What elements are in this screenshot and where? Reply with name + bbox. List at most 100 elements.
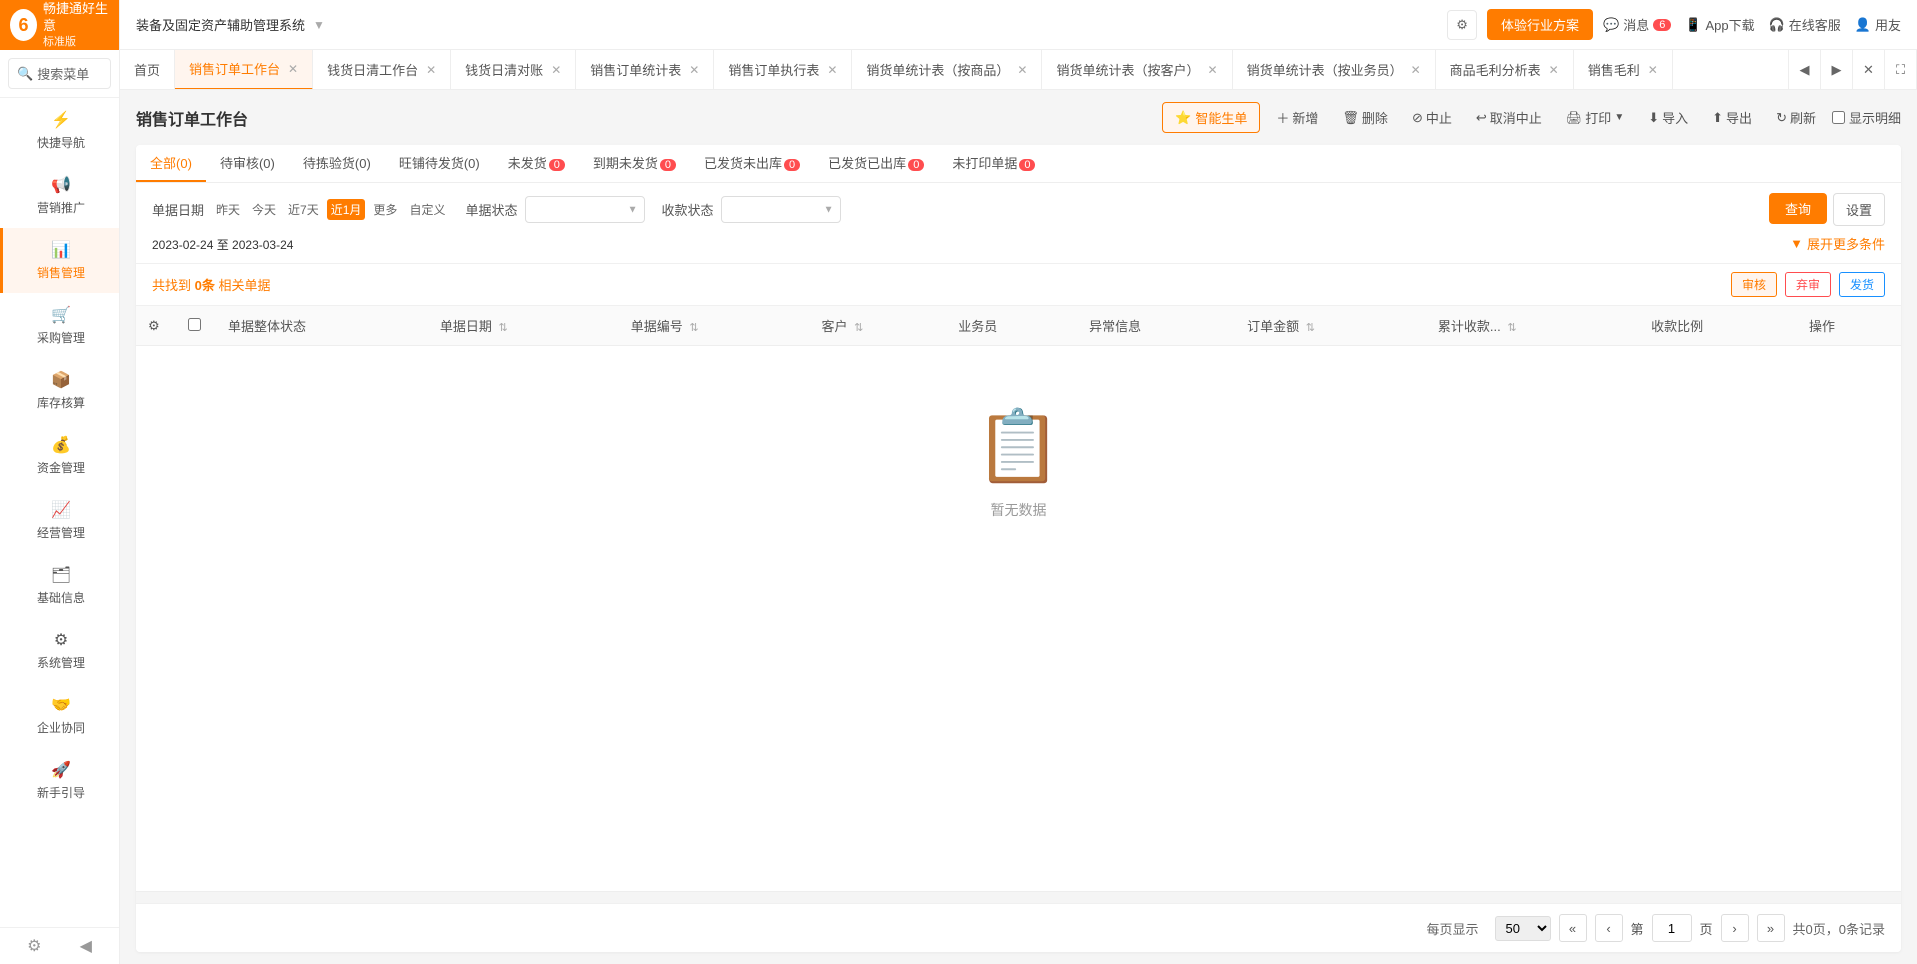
show-detail-checkbox[interactable]: 显示明细 (1832, 108, 1901, 127)
tab-scroll-left[interactable]: ◀ (1789, 50, 1821, 90)
tab-close-sales-exec[interactable]: ✕ (827, 63, 837, 77)
tab-close-sales-by-product[interactable]: ✕ (1017, 63, 1027, 77)
sidebar-settings-button[interactable]: ⚙ (27, 936, 41, 956)
tab-close-sales-by-staff[interactable]: ✕ (1411, 63, 1421, 77)
filter-tab-wangpu[interactable]: 旺铺待发货(0) (385, 145, 494, 182)
select-all-checkbox[interactable] (188, 318, 201, 331)
sidebar-collapse-button[interactable]: ◀ (80, 936, 92, 956)
search-menu-button[interactable]: 🔍 搜索菜单 (8, 58, 111, 89)
tab-close-all[interactable]: ✕ (1853, 50, 1885, 90)
review-button[interactable]: 审核 (1731, 272, 1777, 297)
tab-cash-daily[interactable]: 钱货日清工作台 ✕ (313, 50, 451, 90)
tab-scroll-right[interactable]: ▶ (1821, 50, 1853, 90)
sidebar-item-sys-mgmt[interactable]: ⚙ 系统管理 (0, 618, 119, 683)
th-exception[interactable]: 异常信息 (1077, 306, 1235, 346)
tab-close-sales-by-customer[interactable]: ✕ (1208, 63, 1218, 77)
sidebar-item-quick-nav[interactable]: ⚡ 快捷导航 (0, 98, 119, 163)
tab-close-sales-stat[interactable]: ✕ (689, 63, 699, 77)
add-button[interactable]: ＋ 新增 (1268, 103, 1326, 132)
sidebar-item-sales[interactable]: 📊 销售管理 (0, 228, 119, 293)
online-service-button[interactable]: 🎧 在线客服 (1769, 15, 1841, 34)
query-button[interactable]: 查询 (1769, 193, 1827, 224)
message-button[interactable]: 💬 消息 6 (1603, 15, 1671, 34)
tab-sales-exec[interactable]: 销售订单执行表 ✕ (714, 50, 852, 90)
import-button[interactable]: ⬇ 导入 (1640, 103, 1696, 132)
th-date[interactable]: 单据日期 ⇅ (428, 306, 619, 346)
next-page-button[interactable]: › (1721, 914, 1749, 942)
page-size-select[interactable]: 50 100 200 (1495, 916, 1551, 941)
tab-close-cash-daily[interactable]: ✕ (426, 63, 436, 77)
th-collected[interactable]: 累计收款... ⇅ (1426, 306, 1639, 346)
first-page-button[interactable]: « (1559, 914, 1587, 942)
tab-sales-stat[interactable]: 销售订单统计表 ✕ (576, 50, 714, 90)
date-7days[interactable]: 近7天 (284, 199, 323, 220)
tab-product-margin[interactable]: 商品毛利分析表 ✕ (1436, 50, 1574, 90)
print-button[interactable]: 🖨 打印 ▼ (1558, 103, 1632, 132)
tab-home[interactable]: 首页 (120, 50, 175, 90)
industry-btn[interactable]: 体验行业方案 (1487, 9, 1593, 40)
stop-button[interactable]: ⊘ 中止 (1404, 103, 1460, 132)
page-number-input[interactable] (1652, 914, 1692, 942)
prev-page-button[interactable]: ‹ (1595, 914, 1623, 942)
set-button[interactable]: 设置 (1833, 193, 1885, 226)
payment-select[interactable] (721, 196, 841, 223)
table-scroll[interactable]: ⚙ 单据整体状态 单据日期 ⇅ 单据编号 ⇅ (136, 306, 1901, 891)
th-ratio[interactable]: 收款比例 (1639, 306, 1797, 346)
status-select[interactable] (525, 196, 645, 223)
sidebar-item-operation[interactable]: 📈 经营管理 (0, 488, 119, 553)
filter-tab-shipped-out[interactable]: 已发货已出库0 (814, 145, 938, 182)
sidebar-item-enterprise[interactable]: 🤝 企业协同 (0, 683, 119, 748)
app-download-button[interactable]: 📱 App下载 (1685, 15, 1754, 34)
filter-tab-shipped-not-out[interactable]: 已发货未出库0 (690, 145, 814, 182)
th-checkbox[interactable] (176, 306, 216, 346)
sidebar-search[interactable]: 🔍 搜索菜单 (0, 50, 119, 98)
cancel-stop-button[interactable]: ↩ 取消中止 (1468, 103, 1550, 132)
th-staff[interactable]: 业务员 (946, 306, 1077, 346)
filter-tab-all[interactable]: 全部(0) (136, 145, 206, 182)
tab-close-cash-reconcile[interactable]: ✕ (551, 63, 561, 77)
date-more[interactable]: 更多 (369, 199, 401, 220)
refresh-button[interactable]: ↻ 刷新 (1768, 103, 1824, 132)
tab-sales-by-staff[interactable]: 销货单统计表（按业务员） ✕ (1233, 50, 1436, 90)
th-customer[interactable]: 客户 ⇅ (809, 306, 946, 346)
expand-conditions-button[interactable]: ▼ 展开更多条件 (1790, 234, 1885, 253)
tab-sales-more[interactable]: 销售毛利 ✕ (1574, 50, 1673, 90)
tab-sales-order-workbench[interactable]: 销售订单工作台 ✕ (175, 50, 313, 90)
horizontal-scrollbar[interactable] (136, 891, 1901, 903)
tab-sales-by-product[interactable]: 销货单统计表（按商品） ✕ (852, 50, 1042, 90)
th-amount[interactable]: 订单金额 ⇅ (1235, 306, 1426, 346)
date-custom[interactable]: 自定义 (405, 199, 449, 220)
tab-cash-reconcile[interactable]: 钱货日清对账 ✕ (451, 50, 576, 90)
smart-create-button[interactable]: ⭐ 智能生单 (1162, 102, 1260, 133)
revoke-button[interactable]: 弃审 (1785, 272, 1831, 297)
filter-tab-expired-not-shipped[interactable]: 到期未发货0 (579, 145, 690, 182)
th-status[interactable]: 单据整体状态 (216, 306, 428, 346)
filter-tab-pending-review[interactable]: 待审核(0) (206, 145, 289, 182)
last-page-button[interactable]: » (1757, 914, 1785, 942)
sidebar-item-inventory[interactable]: 📦 库存核算 (0, 358, 119, 423)
sidebar-item-purchase[interactable]: 🛒 采购管理 (0, 293, 119, 358)
ship-button[interactable]: 发货 (1839, 272, 1885, 297)
filter-tab-not-shipped[interactable]: 未发货0 (494, 145, 579, 182)
topbar-settings-button[interactable]: ⚙ (1447, 10, 1477, 40)
tab-close-sales-order[interactable]: ✕ (288, 62, 298, 76)
sidebar-item-guide[interactable]: 🚀 新手引导 (0, 748, 119, 813)
date-yesterday[interactable]: 昨天 (212, 199, 244, 220)
tab-fullscreen[interactable]: ⛶ (1885, 50, 1917, 90)
delete-button[interactable]: 🗑 删除 (1334, 103, 1396, 132)
tab-close-product-margin[interactable]: ✕ (1549, 63, 1559, 77)
user-menu-button[interactable]: 👤 用友 (1855, 15, 1901, 34)
date-1month[interactable]: 近1月 (327, 199, 366, 220)
filter-tab-not-printed[interactable]: 未打印单据0 (938, 145, 1049, 182)
sidebar-item-finance[interactable]: 💰 资金管理 (0, 423, 119, 488)
sidebar-item-marketing[interactable]: 📢 营销推广 (0, 163, 119, 228)
date-today[interactable]: 今天 (248, 199, 280, 220)
tab-sales-by-customer[interactable]: 销货单统计表（按客户） ✕ (1042, 50, 1232, 90)
export-button[interactable]: ⬆ 导出 (1704, 103, 1760, 132)
tab-close-sales-more[interactable]: ✕ (1648, 63, 1658, 77)
sidebar-item-basic-info[interactable]: 🗂 基础信息 (0, 553, 119, 618)
show-detail-input[interactable] (1832, 111, 1845, 124)
th-number[interactable]: 单据编号 ⇅ (619, 306, 810, 346)
th-settings[interactable]: ⚙ (136, 306, 176, 346)
filter-tab-pending-check[interactable]: 待拣验货(0) (289, 145, 385, 182)
